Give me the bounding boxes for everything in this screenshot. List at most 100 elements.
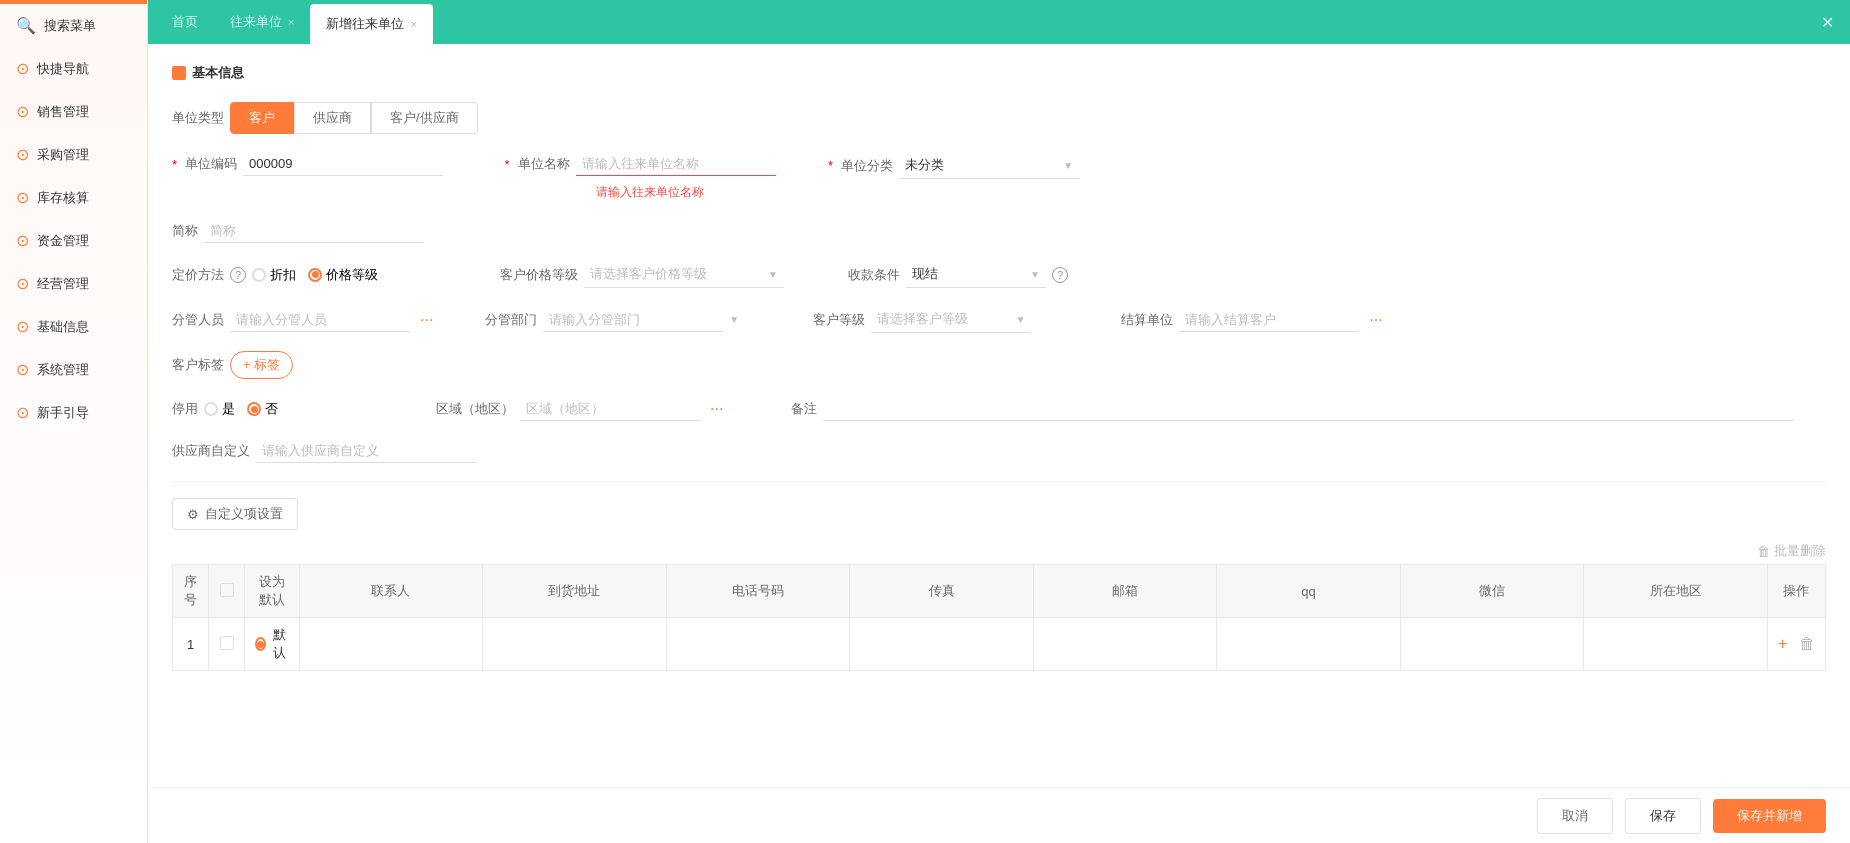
custom-settings-label: 自定义项设置	[205, 505, 283, 523]
sidebar-item-search[interactable]: 🔍 搜索菜单	[0, 4, 147, 47]
tab-units-close[interactable]: ×	[288, 16, 294, 28]
payment-terms-arrow: ▼	[1030, 269, 1040, 280]
contact-input[interactable]	[310, 633, 473, 656]
add-row-btn[interactable]: +	[1778, 635, 1787, 652]
payment-help-icon[interactable]: ?	[1052, 267, 1068, 283]
td-address[interactable]	[483, 618, 667, 671]
email-input[interactable]	[1044, 633, 1207, 656]
tab-new-unit-close[interactable]: ×	[410, 18, 416, 30]
th-location: 所在地区	[1584, 565, 1768, 618]
phone-input[interactable]	[677, 633, 840, 656]
region-input[interactable]	[520, 397, 700, 421]
sidebar-item-inventory[interactable]: ⊙ 库存核算	[0, 176, 147, 219]
manager-label: 分管人员	[172, 311, 224, 329]
batch-delete-icon: 🗑	[1757, 544, 1770, 559]
customer-price-arrow: ▼	[768, 269, 778, 280]
td-fax[interactable]	[850, 618, 1034, 671]
unit-category-group: * 单位分类 未分类 ▼	[828, 152, 1108, 179]
add-tag-button[interactable]: + 标签	[230, 351, 293, 379]
short-name-input[interactable]	[204, 219, 424, 243]
sidebar-item-basics[interactable]: ⊙ 基础信息	[0, 305, 147, 348]
sidebar-item-label-operations: 经营管理	[37, 275, 89, 293]
purchase-icon: ⊙	[16, 145, 29, 164]
fax-input[interactable]	[860, 633, 1023, 656]
sidebar-item-operations[interactable]: ⊙ 经营管理	[0, 262, 147, 305]
region-more-btn[interactable]: ···	[706, 400, 727, 418]
tags-row: 客户标签 + 标签	[172, 351, 1826, 379]
cancel-button[interactable]: 取消	[1537, 798, 1613, 834]
table-row: 1 默认	[173, 618, 1826, 671]
type-btn-customer[interactable]: 客户	[230, 102, 294, 134]
radio-yes[interactable]: 是	[204, 400, 235, 418]
sidebar-item-system[interactable]: ⊙ 系统管理	[0, 348, 147, 391]
sidebar-item-label-quick-nav: 快捷导航	[37, 60, 89, 78]
unit-name-label: 单位名称	[518, 155, 570, 173]
pricing-row: 定价方法 ? 折扣 价格等级 客户价格等级 请选择客户价格等级	[172, 261, 1826, 288]
td-qq[interactable]	[1217, 618, 1401, 671]
custom-settings-button[interactable]: ⚙ 自定义项设置	[172, 498, 298, 530]
tab-bar: 首页 往来单位 × 新增往来单位 × ✕	[148, 0, 1850, 44]
tab-new-unit[interactable]: 新增往来单位 ×	[310, 4, 432, 44]
save-button[interactable]: 保存	[1625, 798, 1701, 834]
radio-no-label: 否	[265, 400, 278, 418]
td-email[interactable]	[1033, 618, 1217, 671]
type-btn-supplier[interactable]: 供应商	[294, 102, 371, 134]
unit-category-select[interactable]: 未分类 ▼	[899, 152, 1079, 179]
type-btn-both[interactable]: 客户/供应商	[371, 102, 478, 134]
payment-terms-select[interactable]: 现结 ▼	[906, 261, 1046, 288]
header-checkbox[interactable]	[220, 583, 234, 597]
td-contact[interactable]	[299, 618, 483, 671]
address-input[interactable]	[493, 633, 656, 656]
supplier-custom-input[interactable]	[256, 439, 476, 463]
tags-label: 客户标签	[172, 356, 224, 374]
delete-row-btn[interactable]: 🗑	[1799, 635, 1815, 652]
th-default: 设为默认	[245, 565, 300, 618]
radio-no[interactable]: 否	[247, 400, 278, 418]
pricing-help-icon[interactable]: ?	[230, 267, 246, 283]
unit-code-input[interactable]	[243, 152, 443, 176]
customer-level-label: 客户等级	[813, 311, 865, 329]
payment-terms-group: 收款条件 现结 ▼ ?	[848, 261, 1088, 288]
radio-discount-label: 折扣	[270, 266, 296, 284]
radio-level[interactable]: 价格等级	[308, 266, 378, 284]
tab-home[interactable]: 首页	[156, 0, 214, 44]
sidebar-item-finance[interactable]: ⊙ 资金管理	[0, 219, 147, 262]
radio-discount[interactable]: 折扣	[252, 266, 296, 284]
th-action: 操作	[1767, 565, 1825, 618]
section-title-basic-info: 基本信息	[172, 64, 1826, 82]
payment-terms-label: 收款条件	[848, 266, 900, 284]
td-location[interactable]	[1584, 618, 1768, 671]
location-input[interactable]	[1594, 633, 1757, 656]
settlement-input[interactable]	[1179, 308, 1359, 332]
close-window-button[interactable]: ✕	[1813, 13, 1842, 32]
manager-row: 分管人员 ··· 分管部门 ▼ 客户等级 请选择客户等级 ▼ 结算单位	[172, 306, 1826, 333]
th-contact: 联系人	[299, 565, 483, 618]
td-phone[interactable]	[666, 618, 850, 671]
department-input[interactable]	[543, 308, 723, 332]
manager-more-btn[interactable]: ···	[416, 311, 437, 329]
tab-units[interactable]: 往来单位 ×	[214, 0, 310, 44]
td-wechat[interactable]	[1400, 618, 1584, 671]
settlement-more-btn[interactable]: ···	[1365, 311, 1386, 329]
pricing-method-label: 定价方法	[172, 266, 224, 284]
th-index: 序号	[173, 565, 209, 618]
sidebar-item-quick-nav[interactable]: ⊙ 快捷导航	[0, 47, 147, 90]
row-checkbox[interactable]	[220, 636, 234, 650]
qq-input[interactable]	[1227, 633, 1390, 656]
note-input[interactable]	[823, 397, 1794, 421]
customer-price-select[interactable]: 请选择客户价格等级 ▼	[584, 261, 784, 288]
th-email: 邮箱	[1033, 565, 1217, 618]
customer-level-select[interactable]: 请选择客户等级 ▼	[871, 306, 1031, 333]
customer-level-arrow: ▼	[1015, 314, 1025, 325]
manager-input[interactable]	[230, 308, 410, 332]
customer-price-placeholder: 请选择客户价格等级	[590, 265, 764, 283]
save-new-button[interactable]: 保存并新增	[1713, 799, 1826, 833]
sidebar-item-newbie[interactable]: ⊙ 新手引导	[0, 391, 147, 434]
wechat-input[interactable]	[1411, 633, 1574, 656]
unit-name-input[interactable]	[576, 152, 776, 176]
payment-terms-value: 现结	[912, 265, 1026, 283]
unit-type-label: 单位类型	[172, 109, 224, 127]
sidebar-item-purchase[interactable]: ⊙ 采购管理	[0, 133, 147, 176]
default-radio[interactable]: 默认	[255, 626, 289, 662]
sidebar-item-sales[interactable]: ⊙ 销售管理	[0, 90, 147, 133]
